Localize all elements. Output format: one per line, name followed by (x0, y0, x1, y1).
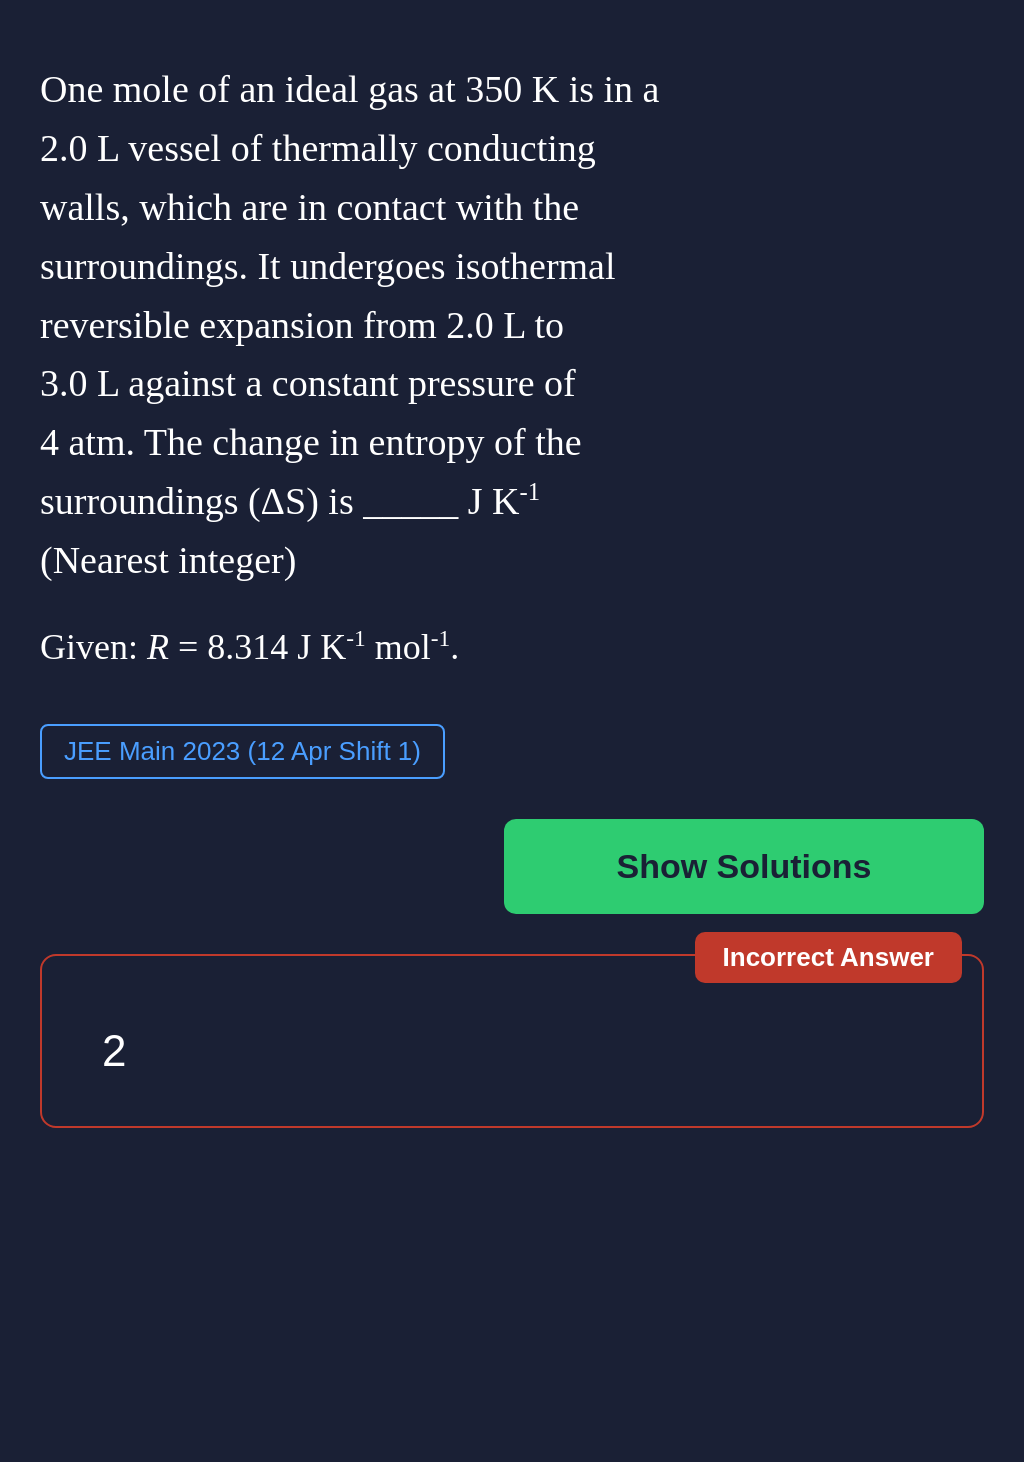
question-line8: surroundings (ΔS) is _____ J K-1 (40, 480, 540, 522)
exam-tag-badge: JEE Main 2023 (12 Apr Shift 1) (40, 724, 445, 779)
given-suffix: . (450, 627, 459, 667)
given-mid: mol (366, 627, 431, 667)
given-sup1: -1 (346, 625, 366, 651)
show-solutions-button[interactable]: Show Solutions (504, 819, 984, 914)
question-line1: One mole of an ideal gas at 350 K is in … (40, 68, 659, 110)
question-line5: reversible expansion from 2.0 L to (40, 304, 564, 346)
answer-value: 2 (82, 1016, 942, 1076)
question-line9: (Nearest integer) (40, 539, 296, 581)
question-line4: surroundings. It undergoes isothermal (40, 245, 616, 287)
question-line7: 4 atm. The change in entropy of the (40, 421, 582, 463)
answer-section: Incorrect Answer 2 (40, 954, 984, 1128)
question-line2: 2.0 L vessel of thermally conducting (40, 127, 596, 169)
question-line3: walls, which are in contact with the (40, 186, 579, 228)
exam-tag-label: JEE Main 2023 (12 Apr Shift 1) (64, 736, 421, 766)
given-sup2: -1 (431, 625, 451, 651)
given-line: Given: R = 8.314 J K-1 mol-1. (40, 620, 984, 674)
question-text: One mole of an ideal gas at 350 K is in … (40, 60, 984, 590)
question-line6: 3.0 L against a constant pressure of (40, 362, 576, 404)
given-prefix: Given: R = 8.314 J K (40, 627, 346, 667)
incorrect-answer-badge: Incorrect Answer (695, 932, 962, 983)
question-container: One mole of an ideal gas at 350 K is in … (30, 40, 994, 1402)
